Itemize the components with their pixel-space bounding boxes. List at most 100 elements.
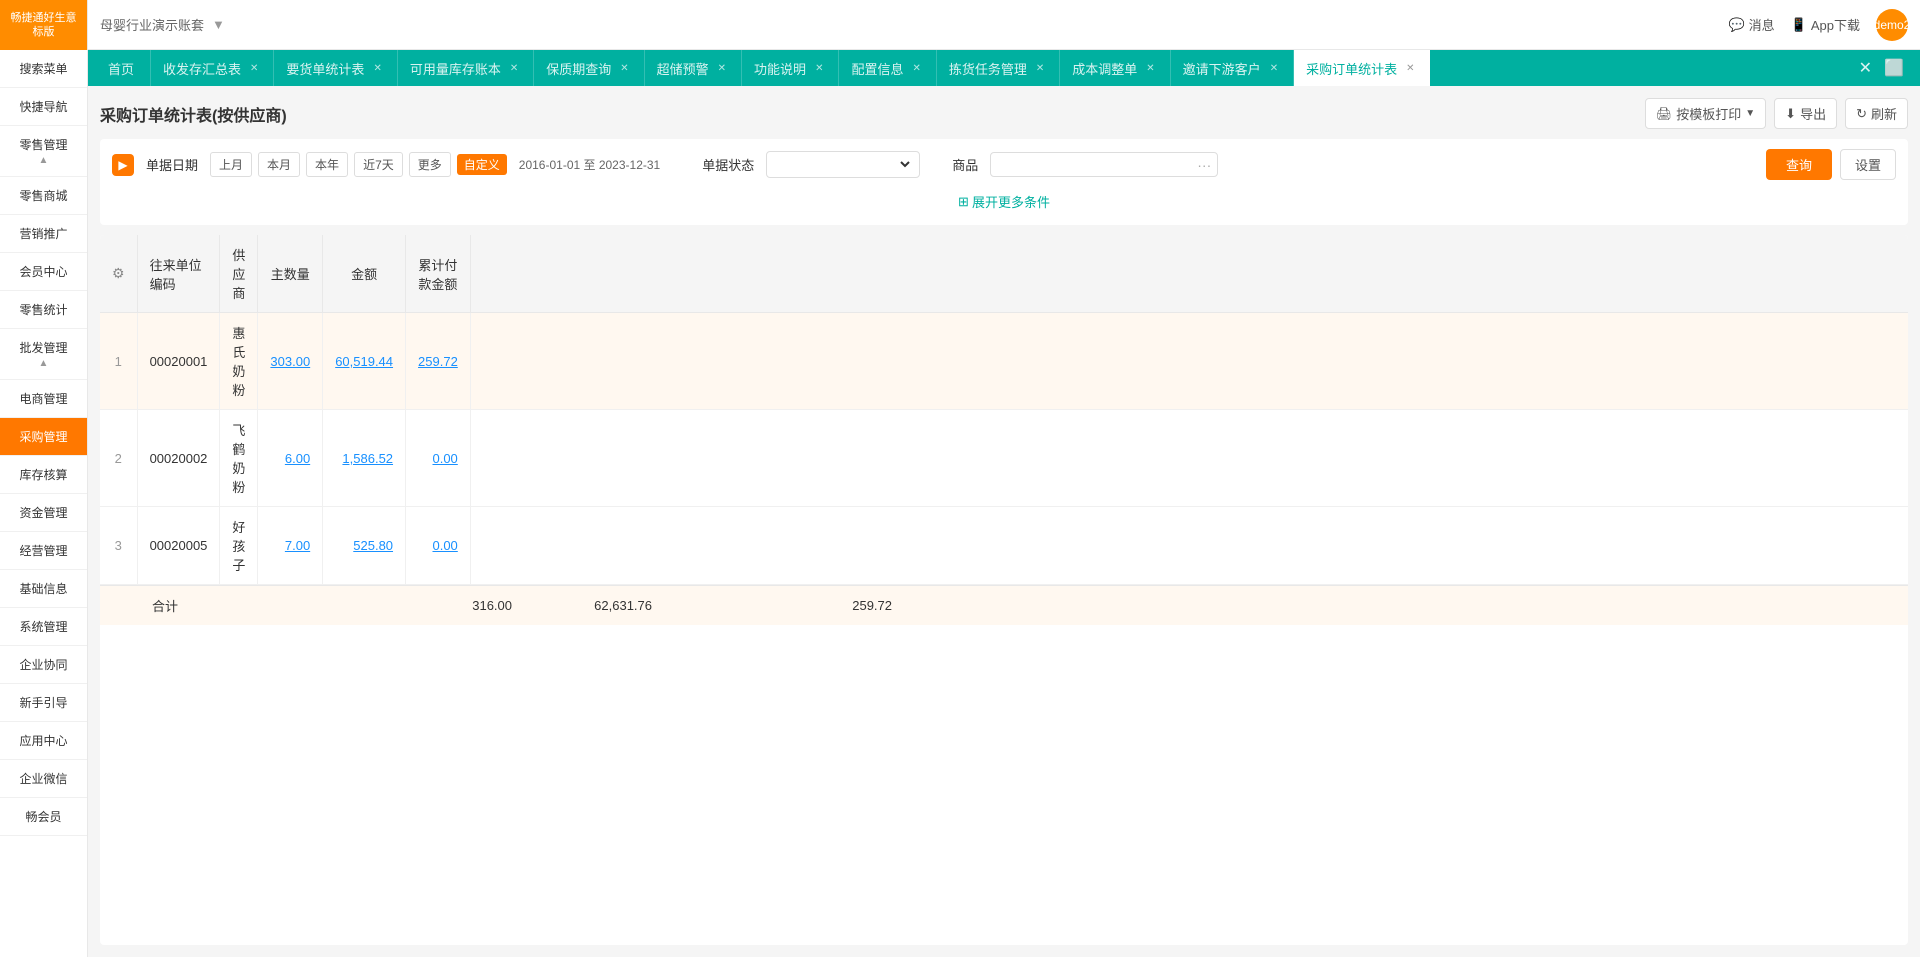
- filter-this-month-button[interactable]: 本月: [258, 152, 300, 177]
- user-avatar[interactable]: demo2: [1876, 9, 1908, 41]
- filter-custom-badge[interactable]: 自定义: [457, 154, 507, 175]
- sidebar-item-19[interactable]: 畅会员: [0, 798, 87, 836]
- column-settings-icon[interactable]: ⚙: [112, 265, 125, 281]
- nav-tabs-end: ✕ ⬜: [1847, 56, 1916, 80]
- goods-input[interactable]: [997, 153, 1197, 176]
- status-select-wrapper: [766, 151, 920, 178]
- filter-collapse-button[interactable]: ▶: [112, 154, 134, 176]
- nav-tab-2[interactable]: 要货单统计表✕: [274, 50, 397, 86]
- nav-tab-close-6[interactable]: ✕: [812, 62, 826, 75]
- cell-supplier-0: 惠氏奶粉: [220, 313, 258, 410]
- th-supplier: 供应商: [220, 235, 258, 313]
- sidebar-item-label-15: 企业协同: [19, 656, 67, 673]
- app-download-button[interactable]: 📱 App下载: [1791, 15, 1860, 34]
- sidebar-item-label-13: 基础信息: [19, 580, 67, 597]
- sidebar-item-0[interactable]: 搜索菜单: [0, 50, 87, 88]
- nav-tab-label-7: 配置信息: [851, 59, 903, 78]
- nav-tab-label-11: 采购订单统计表: [1306, 59, 1397, 78]
- date-filter-label: 单据日期: [146, 155, 198, 174]
- sidebar-item-8[interactable]: 电商管理: [0, 380, 87, 418]
- nav-tab-close-3[interactable]: ✕: [507, 62, 521, 75]
- sidebar-item-5[interactable]: 会员中心: [0, 253, 87, 291]
- nav-expand-button[interactable]: ⬜: [1880, 56, 1908, 80]
- sidebar-item-label-17: 应用中心: [19, 732, 67, 749]
- sidebar-item-9[interactable]: 采购管理: [0, 418, 87, 456]
- nav-tab-label-6: 功能说明: [754, 59, 806, 78]
- nav-close-button[interactable]: ✕: [1855, 56, 1876, 80]
- message-button[interactable]: 💬 消息: [1728, 15, 1774, 34]
- export-button[interactable]: ⬇ 导出: [1774, 98, 1837, 129]
- nav-tab-close-5[interactable]: ✕: [715, 62, 729, 75]
- sidebar-item-6[interactable]: 零售统计: [0, 291, 87, 329]
- nav-tab-close-8[interactable]: ✕: [1033, 62, 1047, 75]
- cell-code-1: 00020002: [137, 410, 220, 507]
- page-title: 采购订单统计表(按供应商): [100, 102, 287, 126]
- sidebar-item-18[interactable]: 企业微信: [0, 760, 87, 798]
- cell-index-2: 3: [100, 507, 137, 585]
- goods-more-icon[interactable]: ···: [1197, 157, 1211, 173]
- sidebar-item-16[interactable]: 新手引导: [0, 684, 87, 722]
- nav-tab-1[interactable]: 收发存汇总表✕: [151, 50, 274, 86]
- goods-filter-label: 商品: [952, 155, 978, 174]
- sidebar-item-13[interactable]: 基础信息: [0, 570, 87, 608]
- th-code: 往来单位编码: [137, 235, 220, 313]
- sidebar-item-label-1: 快捷导航: [19, 98, 67, 115]
- nav-tab-6[interactable]: 功能说明 ✕: [742, 50, 839, 86]
- sidebar-item-3[interactable]: 零售商城: [0, 177, 87, 215]
- nav-tab-9[interactable]: 成本调整单✕: [1060, 50, 1170, 86]
- cell-index-1: 2: [100, 410, 137, 507]
- nav-tab-close-2[interactable]: ✕: [370, 62, 384, 75]
- sidebar-logo-text: 畅捷通好生意 标版: [11, 11, 77, 40]
- sidebar-item-11[interactable]: 资金管理: [0, 494, 87, 532]
- expand-more-button[interactable]: ⊞ 展开更多条件: [950, 188, 1058, 215]
- filter-this-year-button[interactable]: 本年: [306, 152, 348, 177]
- nav-tab-close-11[interactable]: ✕: [1403, 62, 1417, 75]
- filter-more-date-button[interactable]: 更多: [409, 152, 451, 177]
- sidebar-item-2[interactable]: 零售管理▲: [0, 126, 87, 177]
- footer-label: 合计: [112, 596, 392, 615]
- goods-input-wrapper: ···: [990, 152, 1218, 177]
- search-button[interactable]: 查询: [1766, 149, 1832, 180]
- nav-tab-3[interactable]: 可用量库存账本✕: [398, 50, 534, 86]
- workspace-dropdown-icon[interactable]: ▼: [212, 17, 225, 32]
- nav-tab-close-1[interactable]: ✕: [247, 62, 261, 75]
- nav-tab-close-7[interactable]: ✕: [909, 62, 923, 75]
- sidebar-item-1[interactable]: 快捷导航: [0, 88, 87, 126]
- filter-last-month-button[interactable]: 上月: [210, 152, 252, 177]
- sidebar-item-12[interactable]: 经营管理: [0, 532, 87, 570]
- th-paid: 累计付款金额: [406, 235, 471, 313]
- nav-tab-7[interactable]: 配置信息 ✕: [839, 50, 936, 86]
- sidebar-item-15[interactable]: 企业协同: [0, 646, 87, 684]
- status-filter-label: 单据状态: [702, 155, 754, 174]
- template-print-button[interactable]: 🖨 按模板打印 ▼: [1645, 98, 1766, 129]
- nav-tab-11[interactable]: 采购订单统计表 ✕: [1294, 50, 1430, 86]
- sidebar-item-4[interactable]: 营销推广: [0, 215, 87, 253]
- cell-qty-0: 303.00: [258, 313, 323, 410]
- sidebar-item-14[interactable]: 系统管理: [0, 608, 87, 646]
- sidebar-item-10[interactable]: 库存核算: [0, 456, 87, 494]
- nav-tab-label-4: 保质期查询: [546, 59, 611, 78]
- nav-tab-4[interactable]: 保质期查询 ✕: [534, 50, 644, 86]
- filter-7days-button[interactable]: 近7天: [354, 152, 403, 177]
- nav-tab-label-5: 超储预警: [657, 59, 709, 78]
- th-qty: 主数量: [258, 235, 323, 313]
- sidebar-item-7[interactable]: 批发管理▲: [0, 329, 87, 380]
- nav-tab-close-9[interactable]: ✕: [1143, 62, 1157, 75]
- refresh-button[interactable]: ↻ 刷新: [1845, 98, 1908, 129]
- th-settings: ⚙: [100, 235, 137, 313]
- message-icon: 💬: [1728, 17, 1744, 33]
- nav-tab-5[interactable]: 超储预警 ✕: [645, 50, 742, 86]
- nav-tab-close-10[interactable]: ✕: [1267, 62, 1281, 75]
- table-footer: 合计 316.00 62,631.76 259.72: [100, 585, 1908, 625]
- nav-tab-8[interactable]: 拣货任务管理✕: [937, 50, 1060, 86]
- footer-amount: 62,631.76: [552, 598, 692, 613]
- sidebar-item-17[interactable]: 应用中心: [0, 722, 87, 760]
- nav-tab-10[interactable]: 邀请下游客户✕: [1171, 50, 1294, 86]
- cell-paid-0: 259.72: [406, 313, 471, 410]
- sidebar-item-label-14: 系统管理: [19, 618, 67, 635]
- top-bar-right: 💬 消息 📱 App下载 demo2: [1728, 9, 1908, 41]
- nav-tab-close-4[interactable]: ✕: [617, 62, 631, 75]
- status-select[interactable]: [773, 152, 913, 177]
- settings-button[interactable]: 设置: [1840, 149, 1896, 180]
- nav-tab-0[interactable]: 首页: [92, 50, 151, 86]
